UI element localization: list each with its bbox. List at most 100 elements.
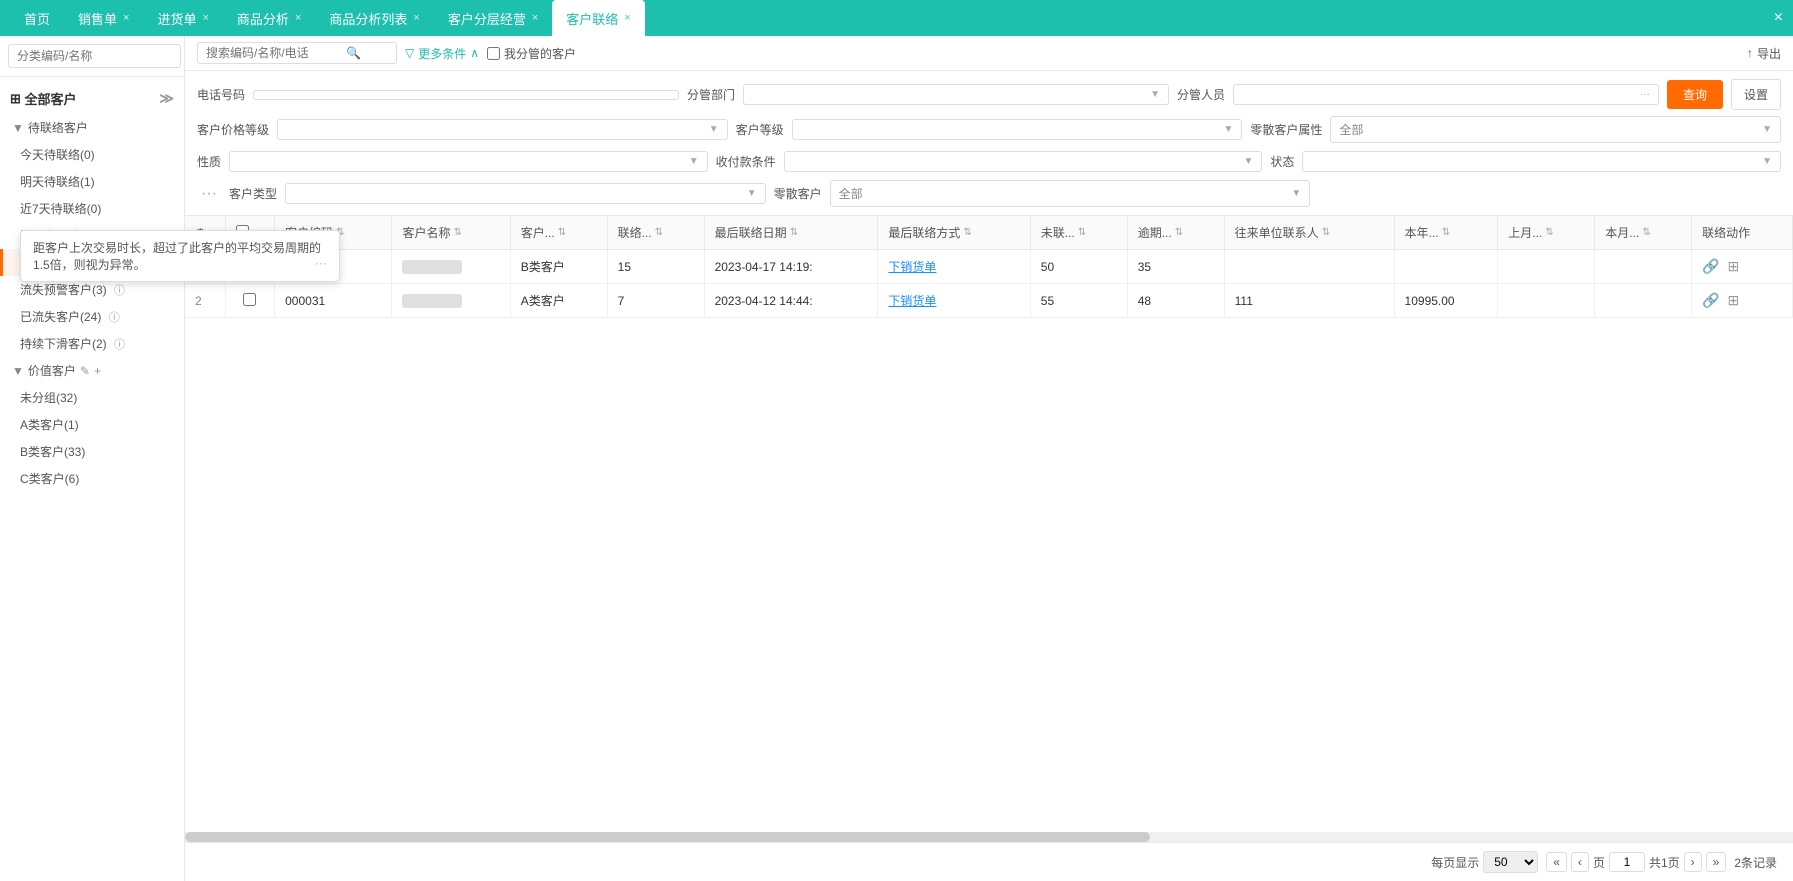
retail-customer-dropdown-icon: ▼: [1291, 188, 1301, 199]
col-type[interactable]: 客户... ⇅: [510, 216, 607, 250]
col-last-date-sort-icon: ⇅: [790, 227, 798, 238]
export-button[interactable]: ↑ 导出: [1747, 45, 1781, 62]
ungroup-customers[interactable]: 未分组(32): [0, 384, 184, 411]
settings-button[interactable]: 设置: [1731, 79, 1781, 110]
nav-product-analysis-close[interactable]: ×: [295, 12, 301, 24]
churned-info-icon: ⓘ: [109, 312, 120, 324]
retail-customer-label: 零散客户: [774, 181, 822, 206]
collapse-sidebar-icon[interactable]: ≫: [159, 90, 174, 107]
col-this-year[interactable]: 本年... ⇅: [1394, 216, 1498, 250]
row-2-checkbox-cell: [225, 284, 275, 318]
more-conditions-button[interactable]: ▽ 更多条件 ∧: [405, 45, 479, 62]
nav-customer-tier[interactable]: 客户分层经营 ×: [434, 0, 552, 36]
col-this-month-label: 本月...: [1605, 224, 1639, 241]
nature-dropdown-icon: ▼: [689, 156, 699, 167]
value-customer-settings-icon[interactable]: ✎: [80, 364, 90, 378]
customer-level-field[interactable]: ▼: [792, 119, 1243, 140]
nav-product-analysis-list-close[interactable]: ×: [413, 12, 419, 24]
nav-purchase[interactable]: 进货单 ×: [143, 0, 222, 36]
tooltip-text: 距客户上次交易时长，超过了此客户的平均交易周期的1.5倍，则视为异常。: [185, 241, 321, 272]
status-dropdown-icon: ▼: [1762, 156, 1772, 167]
col-not-contact[interactable]: 未联... ⇅: [1030, 216, 1127, 250]
row-1-overdue: 35: [1127, 250, 1224, 284]
nav-purchase-close[interactable]: ×: [202, 12, 208, 24]
c-class-customers[interactable]: C类客户(6): [0, 465, 184, 492]
col-contact-count[interactable]: 联络... ⇅: [607, 216, 704, 250]
all-customers-header[interactable]: ⊞ 全部客户 ≫: [0, 83, 184, 114]
col-name[interactable]: 客户名称 ⇅: [392, 216, 510, 250]
nav-sales-close[interactable]: ×: [123, 12, 129, 24]
row-1-grid-icon[interactable]: ⊞: [1728, 258, 1740, 275]
my-customer-checkbox-area: 我分管的客户: [487, 45, 576, 62]
nav-home[interactable]: 首页: [10, 0, 64, 36]
retail-customer-field[interactable]: 全部 ▼: [830, 180, 1311, 207]
col-this-month[interactable]: 本月... ⇅: [1595, 216, 1692, 250]
nav-product-analysis-list[interactable]: 商品分析列表 ×: [315, 0, 433, 36]
nav-sales[interactable]: 销售单 ×: [64, 0, 143, 36]
last-page-button[interactable]: »: [1706, 852, 1727, 872]
row-1-link-icon[interactable]: 🔗: [1702, 258, 1719, 275]
nav-customer-contact-close[interactable]: ×: [624, 12, 630, 24]
manager-field[interactable]: ···: [1233, 84, 1659, 105]
row-2-link-icon[interactable]: 🔗: [1702, 292, 1719, 309]
first-page-button[interactable]: «: [1546, 852, 1567, 872]
status-field[interactable]: ▼: [1302, 151, 1781, 172]
row-2-method-link[interactable]: 下销货单: [888, 294, 936, 308]
row-1-type: B类客户: [510, 250, 607, 284]
nav-purchase-label: 进货单: [157, 9, 196, 28]
customer-type-field[interactable]: ▼: [285, 183, 766, 204]
query-button[interactable]: 查询: [1667, 80, 1723, 109]
nature-field[interactable]: ▼: [229, 151, 708, 172]
payment-field[interactable]: ▼: [784, 151, 1263, 172]
prev-page-button[interactable]: ‹: [1571, 852, 1589, 872]
my-customer-checkbox[interactable]: [487, 47, 500, 60]
col-contacts[interactable]: 往来单位联系人 ⇅: [1224, 216, 1394, 250]
dept-field[interactable]: ▼: [743, 84, 1169, 105]
horizontal-scrollbar[interactable]: [185, 832, 1793, 842]
retail-attr-field[interactable]: 全部 ▼: [1330, 116, 1781, 143]
search-input[interactable]: [206, 46, 346, 60]
more-filter-dots[interactable]: ···: [197, 185, 221, 203]
col-last-month[interactable]: 上月... ⇅: [1498, 216, 1595, 250]
declining-customers[interactable]: 持续下滑客户(2) ⓘ: [0, 330, 184, 357]
a-class-customers[interactable]: A类客户(1): [0, 411, 184, 438]
row-1-method-link[interactable]: 下销货单: [888, 260, 936, 274]
value-customer-section[interactable]: ▼ 价值客户 ✎ +: [0, 357, 184, 384]
col-type-label: 客户...: [521, 224, 555, 241]
nature-label: 性质: [197, 149, 221, 174]
scrollbar-thumb[interactable]: [185, 832, 1150, 842]
row-2-contacts: 111: [1224, 284, 1394, 318]
pending-contact-section[interactable]: ▼ 待联络客户: [0, 114, 184, 141]
value-customer-add-icon[interactable]: +: [94, 364, 101, 378]
sidebar-search-input[interactable]: [8, 44, 181, 68]
tooltip-close-icon[interactable]: ···: [315, 256, 327, 270]
week-pending[interactable]: 近7天待联络(0): [0, 195, 184, 222]
col-contacts-sort-icon: ⇅: [1322, 227, 1330, 238]
row-2-grid-icon[interactable]: ⊞: [1728, 292, 1740, 309]
nav-customer-tier-close[interactable]: ×: [532, 12, 538, 24]
nav-product-analysis-label: 商品分析: [237, 9, 289, 28]
all-customers-label: 全部客户: [25, 89, 77, 108]
today-pending[interactable]: 今天待联络(0): [0, 141, 184, 168]
col-not-contact-label: 未联...: [1041, 224, 1075, 241]
next-page-button[interactable]: ›: [1684, 852, 1702, 872]
filter-bar: 🔍 ▽ 更多条件 ∧ 我分管的客户 ↑ 导出: [185, 36, 1793, 71]
col-overdue[interactable]: 逾期... ⇅: [1127, 216, 1224, 250]
b-class-customers[interactable]: B类客户(33): [0, 438, 184, 465]
total-pages-label: 共1页: [1649, 854, 1680, 871]
phone-field[interactable]: [253, 90, 679, 100]
per-page-select[interactable]: 50 20 100: [1483, 851, 1538, 873]
page-number-input[interactable]: [1609, 852, 1645, 872]
row-2-checkbox[interactable]: [243, 293, 256, 306]
price-level-field[interactable]: ▼: [277, 119, 728, 140]
col-last-date[interactable]: 最后联络日期 ⇅: [704, 216, 878, 250]
main-container: 🔍 ⊞ 全部客户 ≫ ▼ 待联络客户 今天待联络(0) 明天待联络(1) 近7天…: [0, 36, 1793, 881]
customer-level-dropdown-icon: ▼: [1223, 124, 1233, 135]
tomorrow-pending[interactable]: 明天待联络(1): [0, 168, 184, 195]
window-close-button[interactable]: ×: [1774, 9, 1783, 27]
churned-customers[interactable]: 已流失客户(24) ⓘ: [0, 303, 184, 330]
nav-product-analysis[interactable]: 商品分析 ×: [223, 0, 315, 36]
nav-customer-contact[interactable]: 客户联络 ×: [552, 0, 644, 36]
search-icon[interactable]: 🔍: [346, 46, 361, 60]
col-last-method[interactable]: 最后联络方式 ⇅: [878, 216, 1030, 250]
